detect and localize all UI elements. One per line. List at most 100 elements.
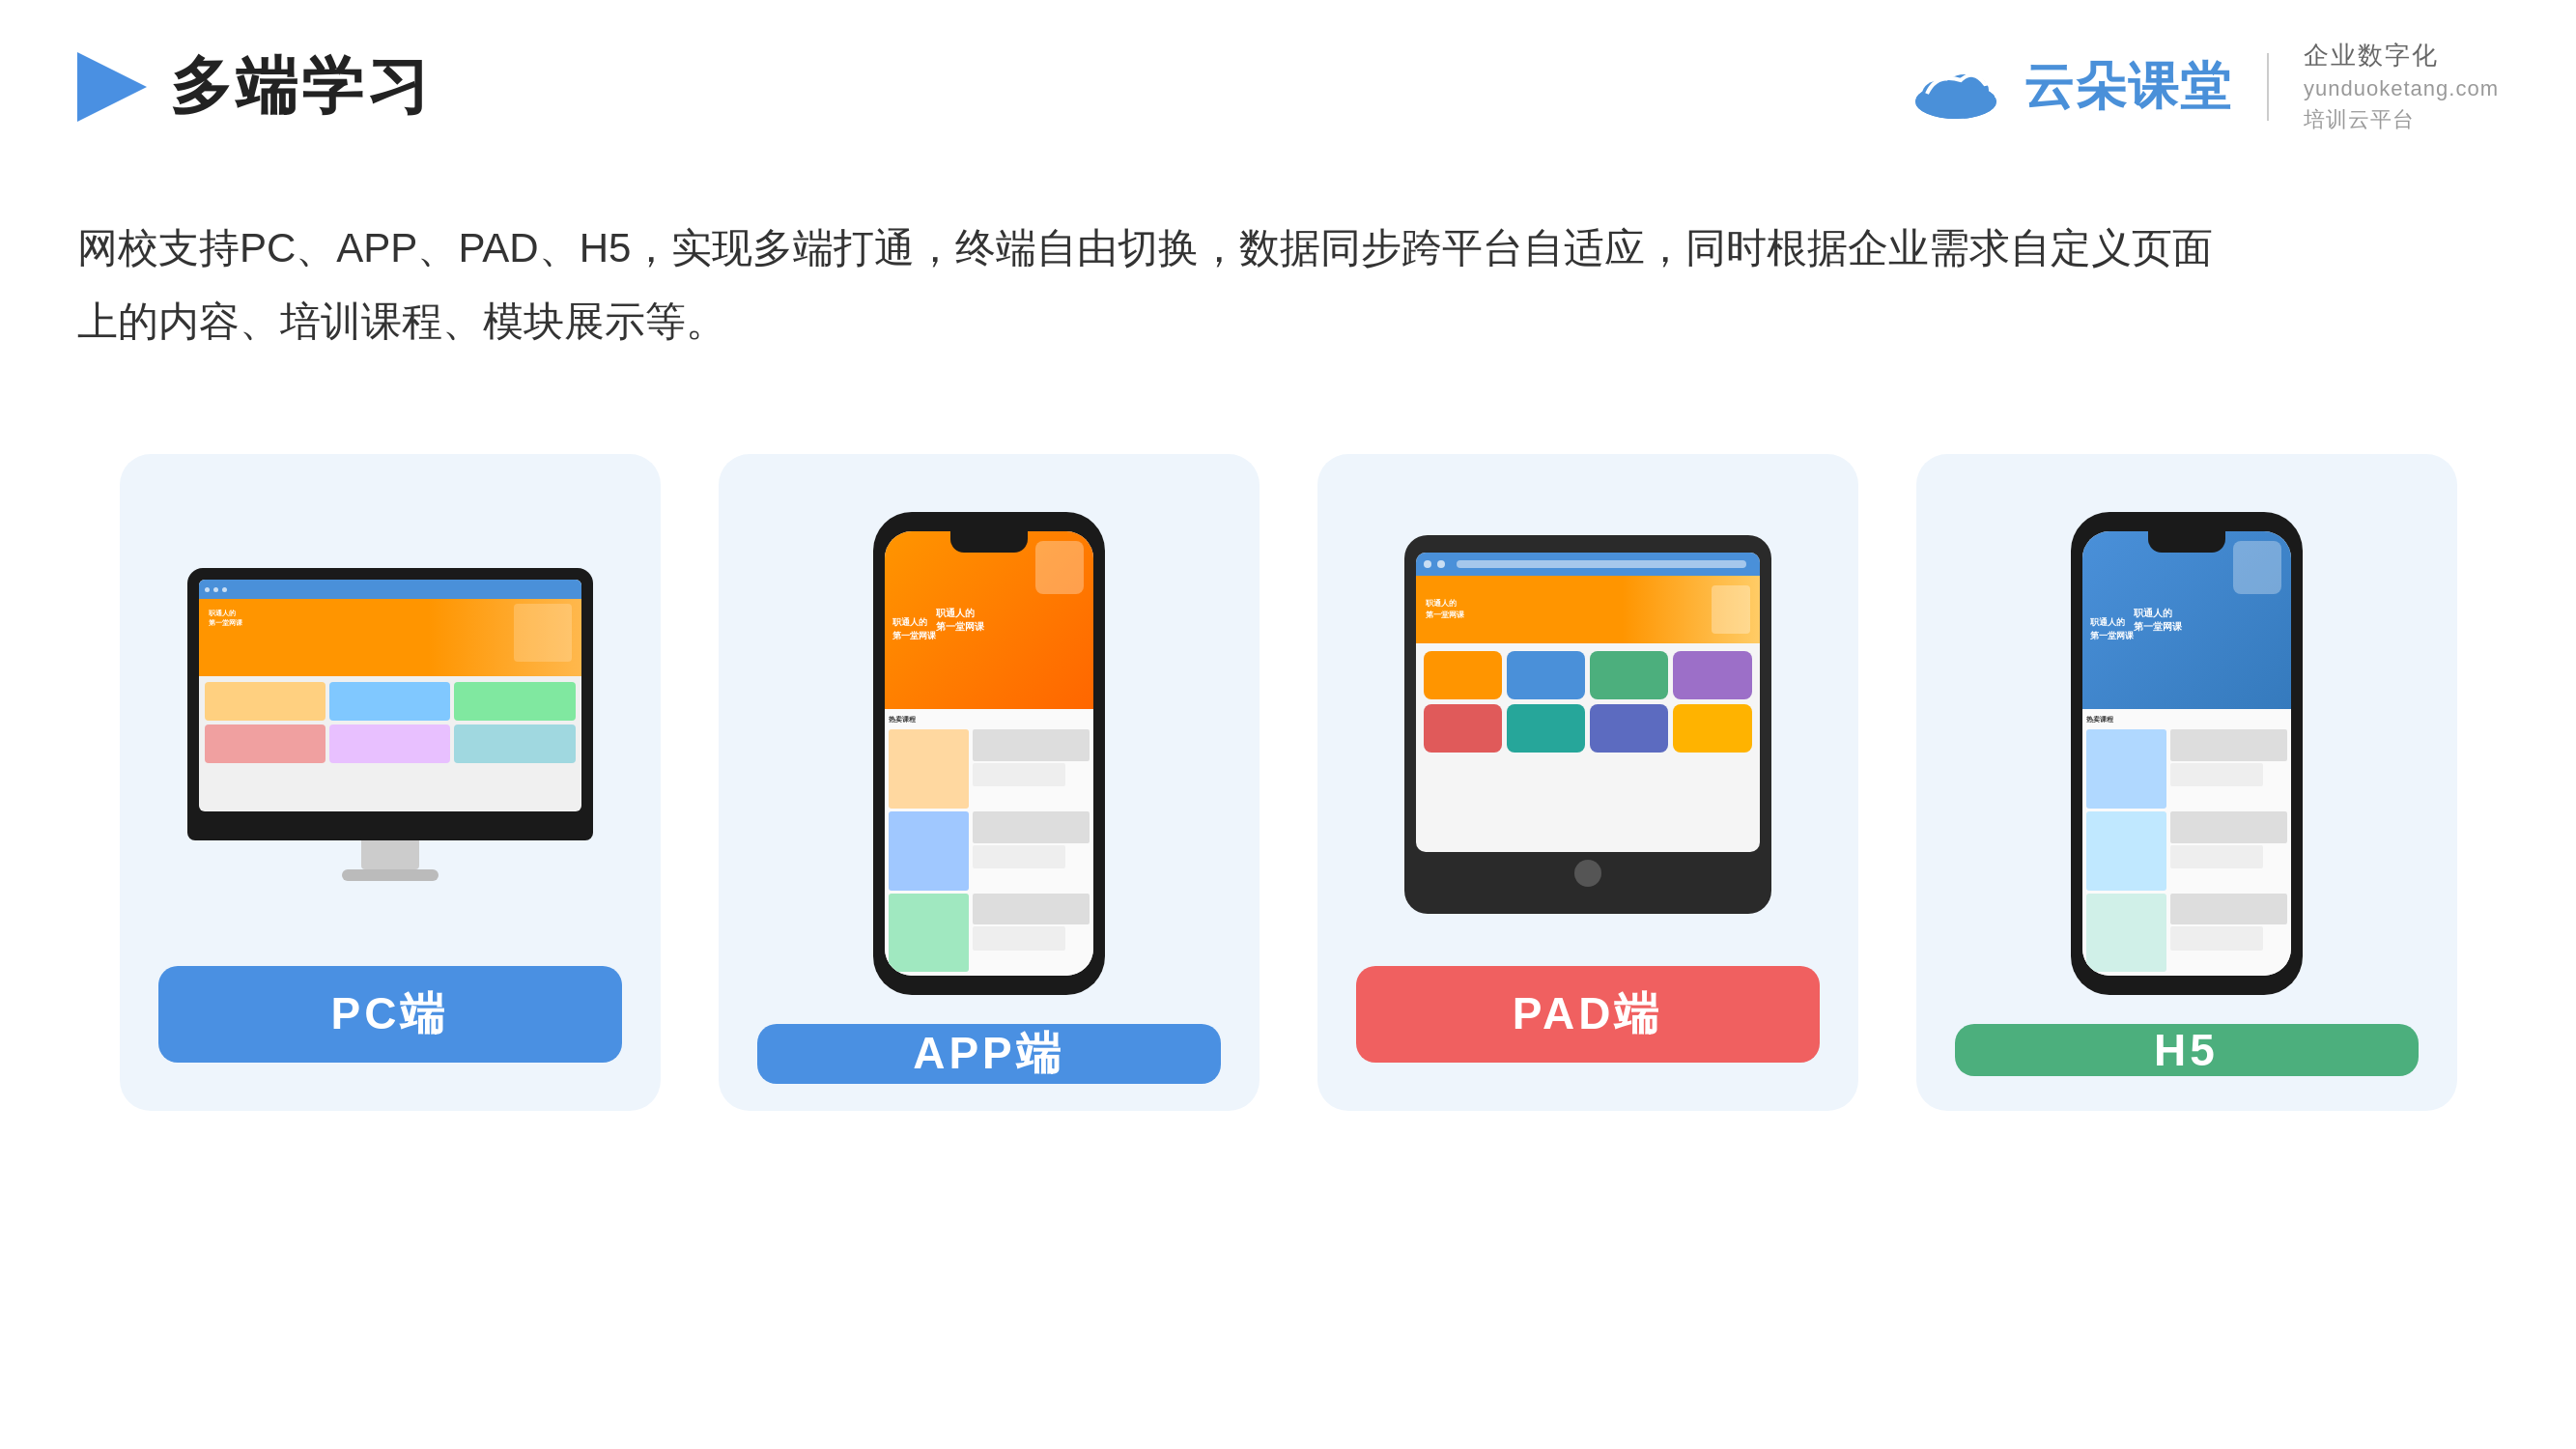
h5-sub-3 [2170, 926, 2264, 951]
h5-info-2 [2170, 811, 2287, 891]
app-course-item-1 [889, 729, 1090, 809]
h5-phone-outer: 职通人的第一堂网课 热卖课程 [2071, 512, 2303, 995]
pc-banner-img [514, 604, 572, 662]
app-sub-1 [973, 763, 1066, 787]
app-title-3 [973, 894, 1090, 925]
pc-nav-dot [213, 587, 218, 592]
pad-banner-img [1712, 585, 1750, 634]
app-thumb-1 [889, 729, 969, 809]
monitor-base [342, 869, 439, 881]
h5-sub-1 [2170, 763, 2264, 787]
pad-tablet-screen: 职通人的第一堂网课 [1416, 553, 1760, 852]
h5-info-1 [2170, 729, 2287, 809]
pad-card: 职通人的第一堂网课 [1317, 454, 1858, 1111]
pad-grid-7 [1590, 704, 1668, 753]
app-course-item-3 [889, 894, 1090, 973]
monitor-outer: 职通人的第一堂网课 [187, 568, 593, 840]
pc-card-3 [454, 682, 575, 721]
pad-nav-dot [1424, 560, 1431, 568]
brand-tagline-bottom: 培训云平台 [2304, 105, 2415, 134]
app-course-item-2 [889, 811, 1090, 891]
pad-tablet-outer: 职通人的第一堂网课 [1404, 535, 1771, 914]
pad-grid-4 [1673, 651, 1751, 699]
cloud-logo-icon [1908, 53, 2004, 121]
h5-thumb-1 [2086, 729, 2166, 809]
app-sub-2 [973, 845, 1066, 869]
app-courses-title: 热卖课程 [889, 713, 1090, 726]
logo-left: 多端学习 [77, 44, 433, 128]
play-icon [77, 52, 147, 122]
h5-card: 职通人的第一堂网课 热卖课程 [1916, 454, 2457, 1111]
pad-grid-2 [1507, 651, 1585, 699]
h5-course-item-1 [2086, 729, 2287, 809]
h5-hero-text: 职通人的第一堂网课 [2090, 598, 2134, 643]
page-title: 多端学习 [170, 44, 433, 128]
pc-label: PC端 [158, 966, 622, 1063]
brand-tagline-url: yunduoketang.com [2304, 76, 2499, 101]
pad-label: PAD端 [1356, 966, 1820, 1063]
h5-thumb-2 [2086, 811, 2166, 891]
app-info-1 [973, 729, 1090, 809]
app-phone-outer: 职通人的第一堂网课 热卖课程 [873, 512, 1105, 995]
app-thumb-2 [889, 811, 969, 891]
pad-grid-8 [1673, 704, 1751, 753]
pad-banner-text: 职通人的第一堂网课 [1426, 598, 1464, 621]
app-courses-list: 热卖课程 [885, 709, 1093, 976]
h5-phone-notch [2148, 531, 2225, 553]
app-title-2 [973, 811, 1090, 843]
brand-name-container: 云朵课堂 [2024, 53, 2232, 121]
pc-card-5 [329, 724, 450, 763]
pc-image-area: 职通人的第一堂网课 [158, 512, 622, 937]
pad-home-btn [1574, 860, 1601, 887]
description-line1: 网校支持PC、APP、PAD、H5，实现多端打通，终端自由切换，数据同步跨平台自… [77, 212, 2241, 285]
device-cards-section: 职通人的第一堂网课 [0, 357, 2576, 1111]
pad-image-area: 职通人的第一堂网课 [1356, 512, 1820, 937]
monitor-stand [361, 840, 419, 869]
h5-title-2 [2170, 811, 2287, 843]
description-block: 网校支持PC、APP、PAD、H5，实现多端打通，终端自由切换，数据同步跨平台自… [0, 134, 2318, 357]
h5-hero-banner: 职通人的第一堂网课 [2082, 531, 2291, 709]
h5-courses-list: 热卖课程 [2082, 709, 2291, 976]
logo-right: 云朵课堂 企业数字化 yunduoketang.com 培训云平台 [1908, 39, 2499, 134]
pad-grid [1416, 643, 1760, 760]
app-hero-image [1035, 541, 1084, 594]
brand-tagline-top: 企业数字化 [2304, 39, 2439, 72]
pad-tablet-device: 职通人的第一堂网课 [1404, 535, 1771, 914]
h5-thumb-3 [2086, 894, 2166, 973]
h5-course-item-2 [2086, 811, 2287, 891]
app-title-1 [973, 729, 1090, 761]
description-line2: 上的内容、培训课程、模块展示等。 [77, 285, 2241, 358]
h5-phone-screen: 职通人的第一堂网课 热卖课程 [2082, 531, 2291, 976]
pc-card-2 [329, 682, 450, 721]
h5-course-item-3 [2086, 894, 2287, 973]
app-label: APP端 [757, 1024, 1221, 1084]
app-image-area: 职通人的第一堂网课 热卖课程 [757, 512, 1221, 995]
pad-nav-dot [1437, 560, 1445, 568]
svg-marker-0 [77, 52, 147, 122]
app-sub-3 [973, 926, 1066, 951]
pad-grid-3 [1590, 651, 1668, 699]
h5-phone-device: 职通人的第一堂网课 热卖课程 [2071, 512, 2303, 995]
app-hero-text: 职通人的第一堂网课 [892, 598, 936, 643]
pc-content [199, 676, 581, 769]
pc-card-4 [205, 724, 326, 763]
pc-nav [199, 580, 581, 599]
app-phone-device: 职通人的第一堂网课 热卖课程 [873, 512, 1105, 995]
page-header: 多端学习 云朵课堂 企业数字化 yunduoketang.com 培训云平台 [0, 0, 2576, 134]
pc-card-6 [454, 724, 575, 763]
pc-card: 职通人的第一堂网课 [120, 454, 661, 1111]
h5-label: H5 [1955, 1024, 2419, 1076]
app-hero-banner: 职通人的第一堂网课 [885, 531, 1093, 709]
app-card: 职通人的第一堂网课 热卖课程 [719, 454, 1260, 1111]
app-phone-screen: 职通人的第一堂网课 热卖课程 [885, 531, 1093, 976]
pc-card-1 [205, 682, 326, 721]
h5-title-1 [2170, 729, 2287, 761]
pad-grid-6 [1507, 704, 1585, 753]
h5-image-area: 职通人的第一堂网课 热卖课程 [1955, 512, 2419, 995]
app-phone-notch [950, 531, 1028, 553]
pad-nav-bar [1416, 553, 1760, 576]
brand-divider [2267, 53, 2269, 121]
monitor-device: 职通人的第一堂网课 [187, 568, 593, 881]
h5-hero-image [2233, 541, 2281, 594]
pad-grid-1 [1424, 651, 1502, 699]
